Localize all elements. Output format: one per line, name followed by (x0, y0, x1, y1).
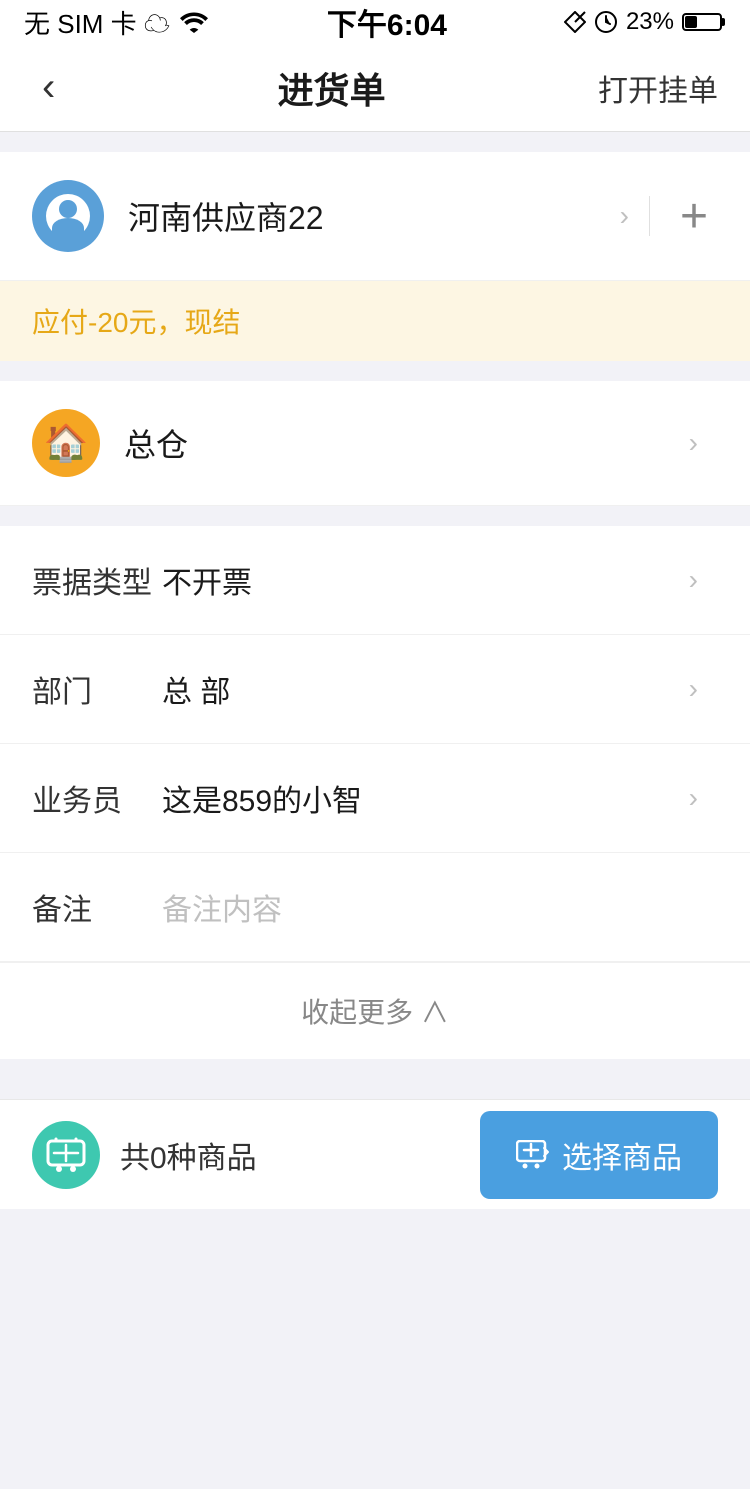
supplier-row[interactable]: 河南供应商22 › + (0, 152, 750, 281)
status-right: 23% (564, 8, 726, 36)
department-row[interactable]: 部门 总 部 › (0, 635, 750, 744)
warehouse-row[interactable]: 🏠 总仓 › (0, 381, 750, 506)
status-bar: 无 SIM 卡 ☁ 下午6:04 23% (0, 0, 750, 44)
warehouse-chevron-icon: › (689, 427, 698, 459)
clock-icon (594, 10, 618, 34)
invoice-label: 票据类型 (32, 558, 162, 602)
cart-icon (46, 1137, 86, 1173)
battery-text: 23% (626, 8, 674, 36)
invoice-value: 不开票 (162, 558, 689, 602)
select-product-button[interactable]: 选择商品 (480, 1111, 718, 1199)
bottom-bar: 共0种商品 选择商品 (0, 1099, 750, 1209)
salesman-value: 这是859的小智 (162, 776, 689, 820)
page-fill (0, 1209, 750, 1489)
supplier-chevron-icon: › (620, 200, 629, 232)
nav-bar: ‹ 进货单 打开挂单 (0, 44, 750, 132)
status-time: 下午6:04 (210, 0, 564, 44)
product-icon-wrap (32, 1121, 100, 1189)
avatar-icon (46, 194, 90, 238)
supplier-section: 河南供应商22 › + 应付-20元，现结 (0, 152, 750, 361)
product-count: 共0种商品 (120, 1133, 480, 1177)
department-label: 部门 (32, 667, 162, 711)
back-button[interactable]: ‹ (32, 55, 65, 120)
salesman-label: 业务员 (32, 776, 162, 820)
form-section: 票据类型 不开票 › 部门 总 部 › 业务员 这是859的小智 › 备注 备注… (0, 526, 750, 1059)
section-gap-4 (0, 1059, 750, 1079)
wifi-icon (178, 11, 210, 33)
signal-text: 无 SIM 卡 ☁ (24, 4, 170, 41)
location-icon (564, 11, 586, 33)
supplier-avatar (32, 180, 104, 252)
vertical-divider (649, 196, 650, 236)
department-value: 总 部 (162, 667, 689, 711)
notice-text: 应付-20元，现结 (32, 307, 240, 338)
warehouse-name: 总仓 (124, 420, 689, 466)
warehouse-section: 🏠 总仓 › (0, 381, 750, 506)
section-gap-2 (0, 361, 750, 381)
salesman-row[interactable]: 业务员 这是859的小智 › (0, 744, 750, 853)
open-pending-button[interactable]: 打开挂单 (598, 66, 718, 110)
status-left: 无 SIM 卡 ☁ (24, 4, 210, 41)
battery-icon (682, 11, 726, 33)
remark-row[interactable]: 备注 备注内容 (0, 853, 750, 962)
notice-bar: 应付-20元，现结 (0, 281, 750, 361)
section-gap-1 (0, 132, 750, 152)
select-cart-icon (516, 1140, 550, 1170)
remark-label: 备注 (32, 885, 162, 929)
salesman-chevron-icon: › (689, 782, 698, 814)
invoice-chevron-icon: › (689, 564, 698, 596)
warehouse-icon-wrap: 🏠 (32, 409, 100, 477)
select-product-label: 选择商品 (562, 1133, 682, 1177)
collapse-row[interactable]: 收起更多 ∧ (0, 962, 750, 1059)
warehouse-icon: 🏠 (44, 422, 89, 464)
add-button[interactable]: + (670, 189, 718, 244)
page-title: 进货单 (278, 62, 386, 114)
invoice-row[interactable]: 票据类型 不开票 › (0, 526, 750, 635)
department-chevron-icon: › (689, 673, 698, 705)
supplier-name: 河南供应商22 (128, 193, 620, 239)
remark-value[interactable]: 备注内容 (162, 885, 718, 929)
section-gap-3 (0, 506, 750, 526)
collapse-label: 收起更多 ∧ (301, 991, 449, 1031)
